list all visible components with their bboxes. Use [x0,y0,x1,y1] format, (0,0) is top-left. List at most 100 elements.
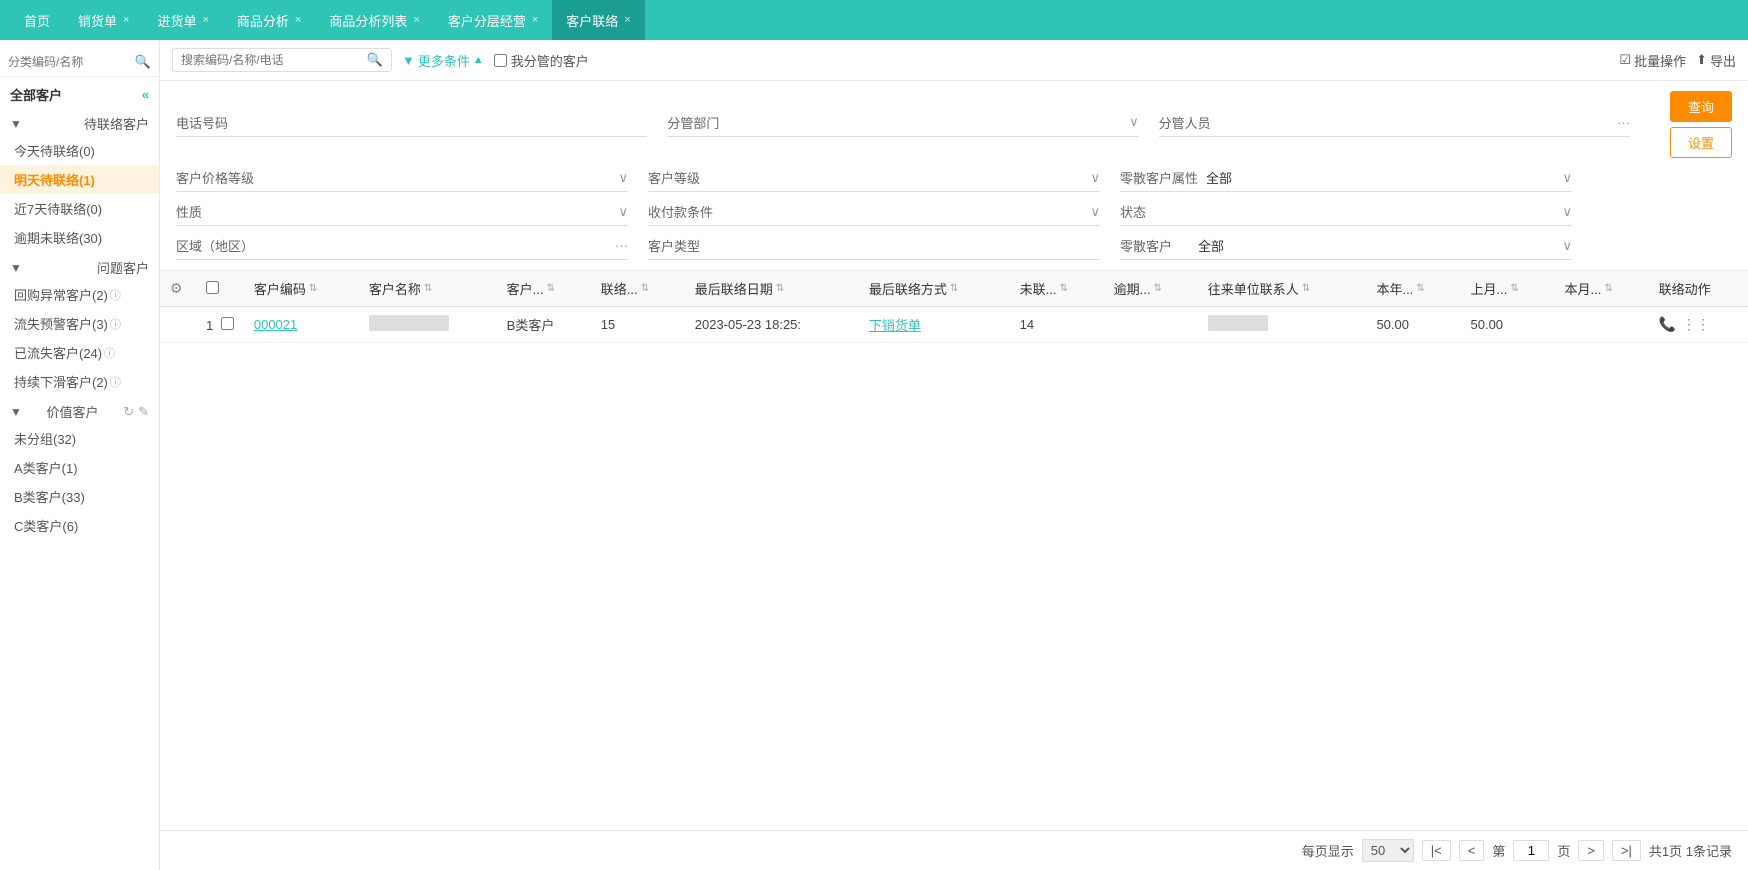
my-customers-checkbox[interactable]: 我分管的客户 [494,51,589,70]
sort-type[interactable]: 客户... ⇅ [507,279,581,298]
sort-unlinkd[interactable]: 未联... ⇅ [1020,279,1094,298]
close-customer-tiered[interactable]: × [532,14,538,26]
nav-customer-tiered[interactable]: 客户分层经营 × [434,0,552,40]
th-type[interactable]: 客户... ⇅ [497,271,591,307]
sort-name[interactable]: 客户名称 ⇅ [369,279,487,298]
th-this-month[interactable]: 本月... ⇅ [1555,271,1649,307]
sort-icon-last-month: ⇅ [1510,283,1518,294]
close-customer-contact[interactable]: × [624,14,630,26]
close-product-analysis-list[interactable]: × [413,14,419,26]
next-page-btn[interactable]: > [1578,840,1604,861]
price-level-arrow[interactable]: ∨ [618,170,628,186]
filter-region: 区域（地区） ··· [176,236,628,260]
retail-attr-arrow[interactable]: ∨ [1562,170,1572,186]
sidebar-search-icon[interactable]: 🔍 [135,54,151,70]
last-method-link[interactable]: 下销货单 [869,318,921,333]
sidebar-churned[interactable]: 已流失客户(24) ⓘ [0,338,159,367]
sidebar-search-input[interactable] [8,55,135,69]
sidebar-today-contact[interactable]: 今天待联络(0) [0,136,159,165]
customer-code-link[interactable]: 000021 [254,317,297,332]
edit-icon[interactable]: ✎ [138,404,149,420]
gear-icon[interactable]: ⚙ [170,280,183,296]
td-unlinkd: 14 [1010,307,1104,343]
close-purchase-order[interactable]: × [202,14,208,26]
sidebar-all-customers[interactable]: 全部客户 « [0,77,159,108]
sort-related-contact[interactable]: 往来单位联系人 ⇅ [1208,279,1357,298]
th-contact[interactable]: 联络... ⇅ [591,271,685,307]
info-icon-0: ⓘ [110,287,121,303]
nav-purchase-order[interactable]: 进货单 × [143,0,222,40]
more-conditions-btn[interactable]: ▼ 更多条件 ▲ [402,51,484,70]
sort-contact[interactable]: 联络... ⇅ [601,279,675,298]
nav-customer-contact[interactable]: 客户联络 × [552,0,644,40]
th-last-method[interactable]: 最后联络方式 ⇅ [859,271,1010,307]
sidebar-declining[interactable]: 持续下滑客户(2) ⓘ [0,367,159,396]
td-contact-count: 15 [591,307,685,343]
prev-page-btn[interactable]: < [1459,840,1485,861]
refresh-icon[interactable]: ↻ [123,404,134,420]
sidebar-class-a[interactable]: A类客户(1) [0,453,159,482]
retail-customer-arrow[interactable]: ∨ [1562,238,1572,254]
page-label: 第 [1492,841,1505,860]
th-unlinkd[interactable]: 未联... ⇅ [1010,271,1104,307]
action-more-icon[interactable]: ⋮⋮ [1682,316,1710,333]
sidebar-class-b[interactable]: B类客户(33) [0,482,159,511]
sort-this-year[interactable]: 本年... ⇅ [1376,279,1450,298]
sidebar-collapse-icon[interactable]: « [142,87,149,102]
sidebar-tomorrow-contact[interactable]: 明天待联络(1) [0,165,159,194]
export-btn[interactable]: ⬆ 导出 [1696,51,1736,70]
sort-last-method[interactable]: 最后联络方式 ⇅ [869,279,1000,298]
sort-this-month[interactable]: 本月... ⇅ [1565,279,1639,298]
sort-icon-last-method: ⇅ [950,283,958,294]
value-group-icons: ↻ ✎ [123,404,149,420]
more-conditions-arrow: ▲ [473,54,484,66]
query-button[interactable]: 查询 [1670,91,1732,122]
select-all-checkbox[interactable] [206,281,219,294]
sidebar-search-box[interactable]: 🔍 [0,48,159,77]
region-dots[interactable]: ··· [615,238,628,253]
sidebar-overdue-contact[interactable]: 逾期未联络(30) [0,223,159,252]
th-last-date[interactable]: 最后联络日期 ⇅ [685,271,859,307]
search-icon[interactable]: 🔍 [367,52,383,68]
nav-product-analysis-list[interactable]: 商品分析列表 × [315,0,433,40]
close-product-analysis[interactable]: × [295,14,301,26]
sidebar-churn-warning[interactable]: 流失预警客户(3) ⓘ [0,309,159,338]
dept-dropdown-arrow[interactable]: ∨ [1129,114,1139,130]
customer-level-arrow[interactable]: ∨ [1090,170,1100,186]
main-search-box[interactable]: 🔍 [172,48,392,72]
last-page-btn[interactable]: >| [1612,840,1641,861]
th-overdue[interactable]: 逾期... ⇅ [1104,271,1198,307]
sort-last-date[interactable]: 最后联络日期 ⇅ [695,279,849,298]
filter-status: 状态 ∨ [1120,202,1572,226]
sidebar-repurchase-abnormal[interactable]: 回购异常客户(2) ⓘ [0,280,159,309]
th-code[interactable]: 客户编码 ⇅ [244,271,359,307]
th-name[interactable]: 客户名称 ⇅ [359,271,497,307]
nav-home[interactable]: 首页 [10,0,64,40]
payment-arrow[interactable]: ∨ [1090,204,1100,220]
status-arrow[interactable]: ∨ [1562,204,1572,220]
set-button[interactable]: 设置 [1670,127,1732,158]
nav-product-analysis[interactable]: 商品分析 × [223,0,315,40]
sidebar-class-c[interactable]: C类客户(6) [0,511,159,540]
th-last-month[interactable]: 上月... ⇅ [1461,271,1555,307]
nature-arrow[interactable]: ∨ [618,204,628,220]
th-this-year[interactable]: 本年... ⇅ [1366,271,1460,307]
my-customers-check[interactable] [494,54,507,67]
sidebar-7day-contact[interactable]: 近7天待联络(0) [0,194,159,223]
nav-sales-order[interactable]: 销货单 × [64,0,143,40]
checkbox-icon: ☑ [1619,52,1631,68]
sort-overdue[interactable]: 逾期... ⇅ [1114,279,1188,298]
th-related-contact[interactable]: 往来单位联系人 ⇅ [1198,271,1367,307]
first-page-btn[interactable]: |< [1422,840,1451,861]
row-checkbox[interactable] [221,317,234,330]
person-dots[interactable]: ··· [1617,115,1630,130]
batch-operation-btn[interactable]: ☑ 批量操作 [1619,51,1686,70]
sort-last-month[interactable]: 上月... ⇅ [1471,279,1545,298]
sort-code[interactable]: 客户编码 ⇅ [254,279,349,298]
main-search-input[interactable] [181,53,367,67]
page-input[interactable] [1513,840,1549,861]
action-phone-icon[interactable]: 📞 [1659,316,1676,333]
sidebar-ungrouped[interactable]: 未分组(32) [0,424,159,453]
per-page-select[interactable]: 50 100 200 [1362,839,1414,862]
close-sales-order[interactable]: × [123,14,129,26]
